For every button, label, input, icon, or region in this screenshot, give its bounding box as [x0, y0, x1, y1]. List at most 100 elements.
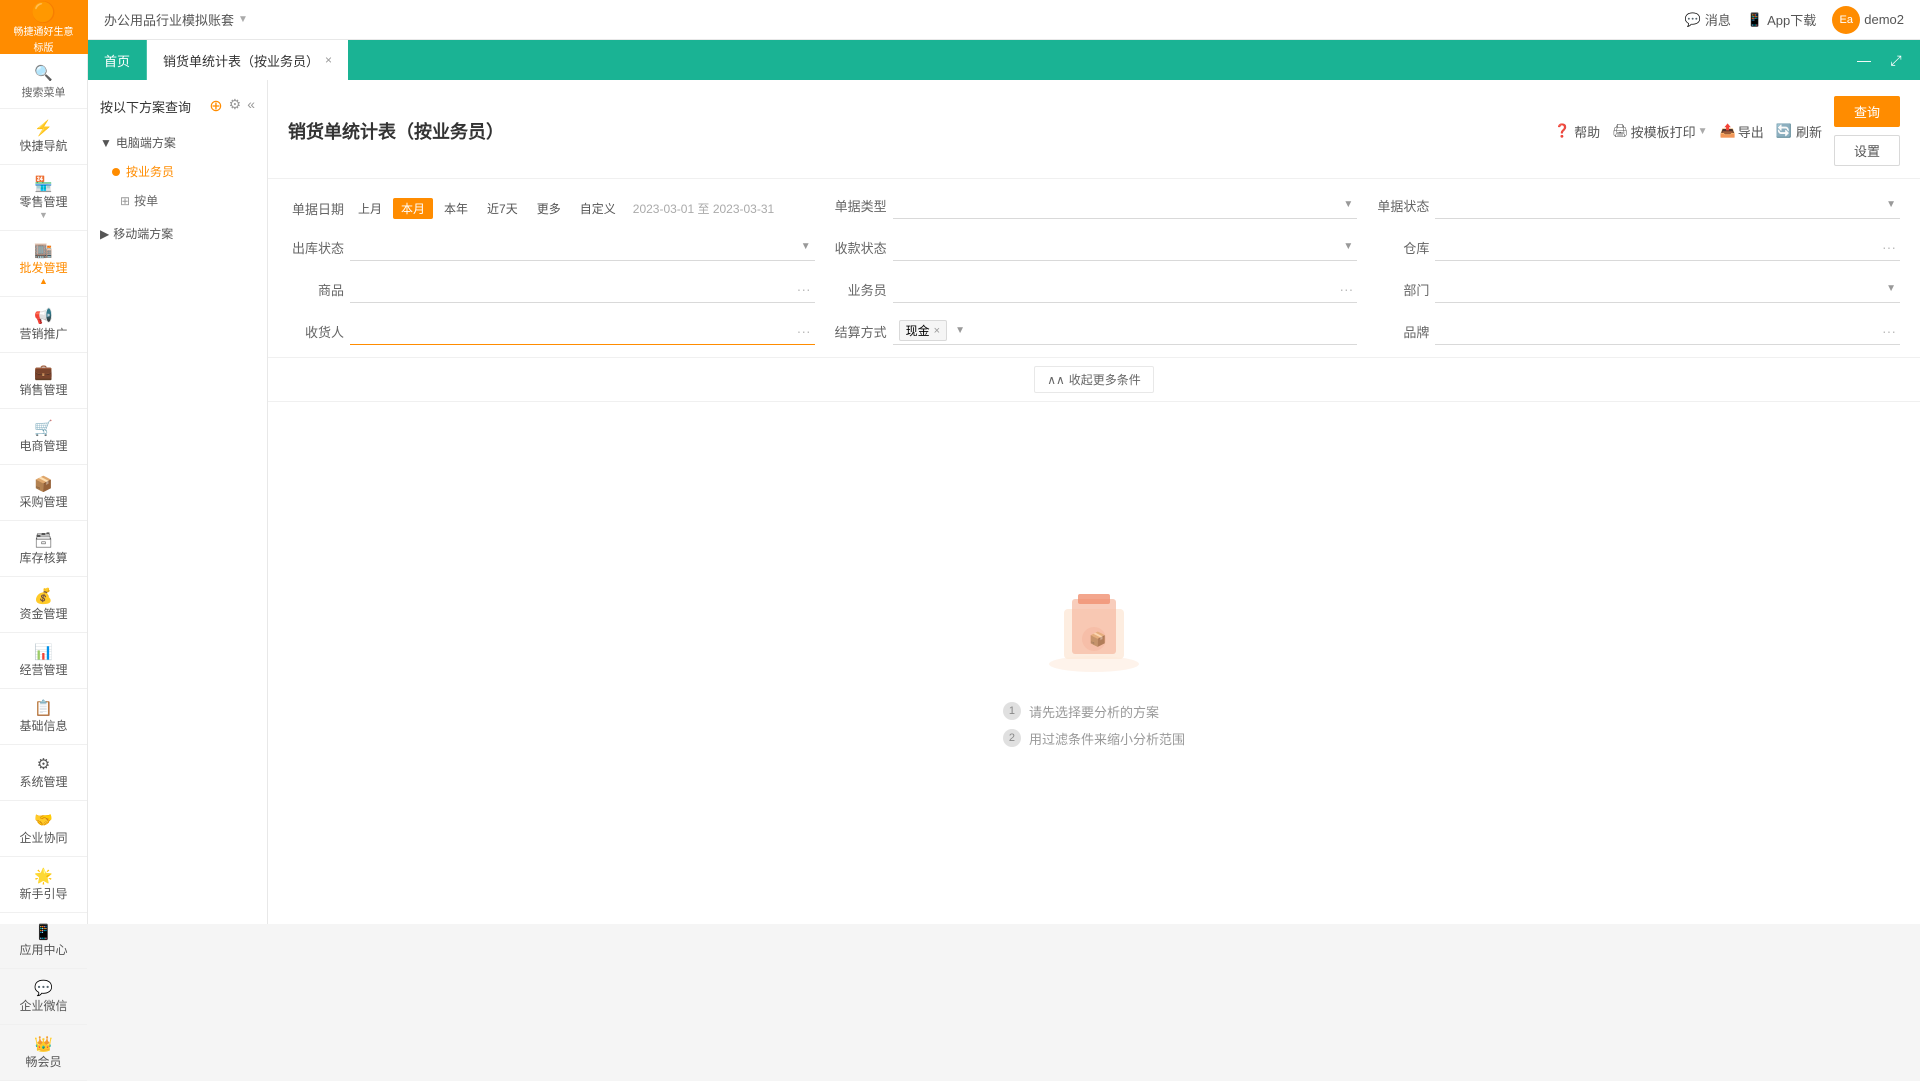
sidebar-item-basic[interactable]: 📋 基础信息 [0, 689, 87, 745]
export-btn[interactable]: 📤 导出 [1720, 122, 1764, 141]
filter-row-4: 收货人 ··· 结算方式 现金 × ▼ [288, 317, 1900, 345]
scheme-group-pc-title[interactable]: ▼ 电脑端方案 [88, 128, 267, 157]
date-btn-lastmonth[interactable]: 上月 [350, 198, 390, 219]
refresh-btn[interactable]: 🔄 刷新 [1776, 122, 1822, 141]
collapse-chevron-icon: ∧∧ [1047, 373, 1065, 387]
inventory-icon: 🗃 [34, 531, 53, 549]
left-panel-header-icons: ⊕ ⚙ « [209, 96, 255, 116]
date-btn-custom[interactable]: 自定义 [572, 198, 624, 219]
main-container: 办公用品行业模拟账套 ▼ 💬 消息 📱 App下载 Ea demo2 首页 [88, 0, 1920, 924]
doc-status-select[interactable]: ▼ [1435, 191, 1900, 219]
payment-select[interactable]: ▼ [893, 233, 1358, 261]
filter-dept: 部门 ▼ [1373, 275, 1900, 303]
doc-type-select[interactable]: ▼ [893, 191, 1358, 219]
topbar: 办公用品行业模拟账套 ▼ 💬 消息 📱 App下载 Ea demo2 [88, 0, 1920, 40]
salesman-dots-icon[interactable]: ··· [1339, 281, 1353, 297]
sidebar-item-member[interactable]: 👑 畅会员 [0, 1025, 87, 1081]
sidebar-item-sales[interactable]: 💼 销售管理 [0, 353, 87, 409]
settlement-tag-close-icon[interactable]: × [934, 325, 940, 337]
logo-text: 畅捷通好生意 [14, 27, 74, 39]
tabbar-actions: — ⤢ [1848, 44, 1920, 76]
sidebar-item-quicknav[interactable]: ⚡ 快捷导航 [0, 109, 87, 165]
goods-dots-icon[interactable]: ··· [797, 281, 811, 297]
sidebar-logo[interactable]: 🟠 畅捷通好生意 标版 [0, 0, 88, 54]
salesman-input[interactable]: ··· [893, 275, 1358, 303]
doc-type-arrow-icon: ▼ [1343, 199, 1353, 210]
date-btn-7days[interactable]: 近7天 [479, 198, 526, 219]
user-menu[interactable]: Ea demo2 [1832, 6, 1904, 34]
account-dropdown[interactable]: 办公用品行业模拟账套 ▼ [104, 10, 248, 29]
sidebar-item-newbie[interactable]: 🌟 新手引导 [0, 857, 87, 913]
member-label: 畅会员 [25, 1053, 61, 1070]
sidebar-search[interactable]: 🔍 搜索菜单 [0, 54, 87, 109]
sidebar-item-appcenter[interactable]: 📱 应用中心 [0, 913, 87, 969]
wholesale-icon: 🏬 [34, 241, 53, 259]
sidebar-item-retail[interactable]: 🏪 零售管理 ▼ [0, 165, 87, 231]
query-button[interactable]: 查询 [1834, 96, 1900, 127]
sidebar-item-system[interactable]: ⚙ 系统管理 [0, 745, 87, 801]
date-controls: 上月 本月 本年 近7天 更多 自定义 2023-03-01 至 2023-03… [350, 198, 815, 219]
sidebar-item-ops[interactable]: 📊 经营管理 [0, 633, 87, 689]
filter-date: 单据日期 上月 本月 本年 近7天 更多 自定义 2023-03-01 至 20… [288, 198, 815, 219]
wholesale-arrow: ▲ [39, 276, 48, 286]
help-btn[interactable]: ❓ 帮助 [1554, 122, 1600, 141]
dept-select[interactable]: ▼ [1435, 275, 1900, 303]
message-btn[interactable]: 💬 消息 [1685, 10, 1731, 29]
expand-btn[interactable]: ⤢ [1880, 44, 1912, 76]
add-scheme-icon[interactable]: ⊕ [209, 96, 222, 116]
basic-label: 基础信息 [19, 717, 67, 734]
minimize-btn[interactable]: — [1848, 44, 1880, 76]
collapse-btn[interactable]: ∧∧ 收起更多条件 [1034, 366, 1154, 393]
empty-hint-1: 1 请先选择要分析的方案 [1003, 702, 1185, 721]
consignee-dots-icon[interactable]: ··· [797, 323, 811, 339]
app-download-btn[interactable]: 📱 App下载 [1747, 10, 1816, 29]
left-panel-title: 按以下方案查询 [100, 97, 191, 116]
warehouse-dots-icon[interactable]: ··· [1882, 239, 1896, 255]
outbound-select[interactable]: ▼ [350, 233, 815, 261]
goods-input[interactable]: ··· [350, 275, 815, 303]
date-btn-thismonth[interactable]: 本月 [393, 198, 433, 219]
date-btn-more[interactable]: 更多 [529, 198, 569, 219]
sidebar-item-purchase[interactable]: 📦 采购管理 [0, 465, 87, 521]
print-arrow-icon: ▼ [1698, 126, 1708, 137]
page-title: 销货单统计表（按业务员） [288, 118, 504, 144]
newbie-label: 新手引导 [19, 885, 67, 902]
corpwx-label: 企业微信 [19, 997, 67, 1014]
doc-status-arrow-icon: ▼ [1886, 199, 1896, 210]
collapse-panel-icon[interactable]: « [247, 96, 255, 116]
settings-scheme-icon[interactable]: ⚙ [229, 96, 242, 116]
message-label: 消息 [1705, 10, 1731, 29]
finance-label: 资金管理 [19, 605, 67, 622]
active-dot-icon [112, 168, 120, 176]
filter-row-3: 商品 ··· 业务员 ··· 部门 [288, 275, 1900, 303]
settlement-input[interactable]: 现金 × ▼ [893, 317, 1358, 345]
corp-icon: 🤝 [34, 811, 53, 829]
sidebar-item-marketing[interactable]: 📢 营销推广 [0, 297, 87, 353]
brand-dots-icon[interactable]: ··· [1882, 323, 1896, 339]
filter-goods: 商品 ··· [288, 275, 815, 303]
sidebar-item-corp[interactable]: 🤝 企业协同 [0, 801, 87, 857]
date-btn-thisyear[interactable]: 本年 [436, 198, 476, 219]
brand-input[interactable]: ··· [1435, 317, 1900, 345]
tab-close-icon[interactable]: × [325, 53, 332, 67]
sidebar-item-wholesale[interactable]: 🏬 批发管理 ▲ [0, 231, 87, 297]
template-print-btn[interactable]: 🖨 按模板打印 ▼ [1612, 122, 1707, 141]
scheme-item-salesman[interactable]: 按业务员 [88, 157, 267, 186]
scheme-group-mobile-title[interactable]: ▶ 移动端方案 [88, 219, 267, 248]
warehouse-select[interactable]: ··· [1435, 233, 1900, 261]
scheme-item-order[interactable]: ⊞ 按单 [88, 186, 267, 215]
svg-text:📦: 📦 [1089, 631, 1106, 648]
sidebar-item-finance[interactable]: 💰 资金管理 [0, 577, 87, 633]
sidebar-item-corpwx[interactable]: 💬 企业微信 [0, 969, 87, 1025]
settings-button[interactable]: 设置 [1834, 135, 1900, 166]
system-icon: ⚙ [37, 755, 50, 773]
help-icon: ❓ [1554, 123, 1570, 139]
ops-label: 经营管理 [19, 661, 67, 678]
consignee-input[interactable]: ··· [350, 317, 815, 345]
sidebar-item-inventory[interactable]: 🗃 库存核算 [0, 521, 87, 577]
tab-active[interactable]: 销货单统计表（按业务员） × [147, 40, 348, 80]
purchase-icon: 📦 [34, 475, 53, 493]
sidebar-item-ecom[interactable]: 🛒 电商管理 [0, 409, 87, 465]
ecom-icon: 🛒 [34, 419, 53, 437]
tab-home[interactable]: 首页 [88, 40, 147, 80]
